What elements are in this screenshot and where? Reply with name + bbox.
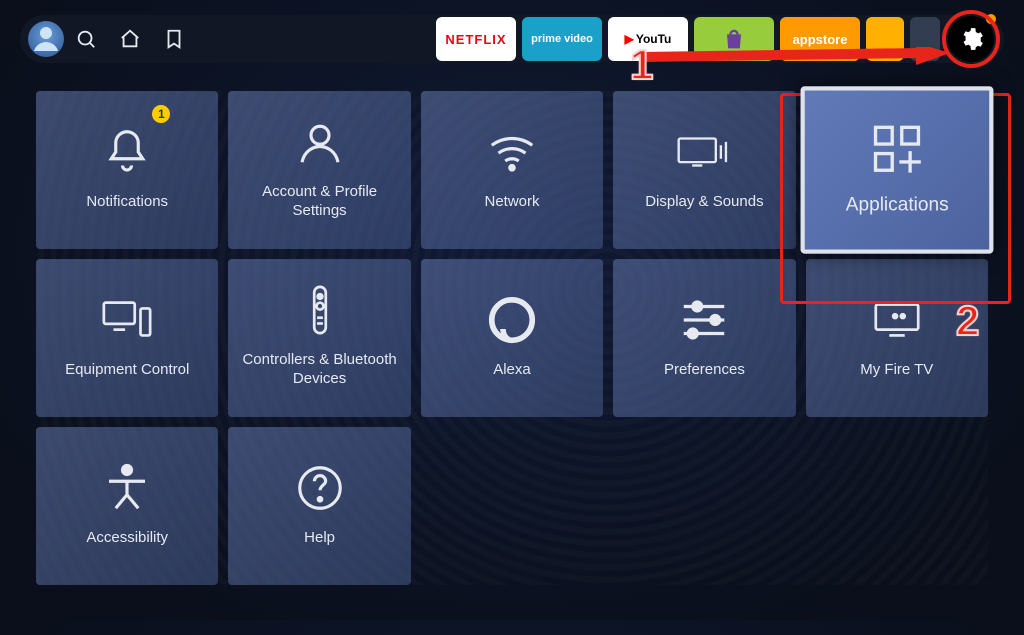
- app-prime-video[interactable]: prime video: [522, 17, 602, 61]
- top-navigation-bar: NETFLIX prime video ▶YouTu appstore: [20, 15, 1004, 63]
- tile-label: Notifications: [86, 193, 168, 212]
- app-label: NETFLIX: [445, 32, 506, 47]
- app-youtube[interactable]: ▶YouTu: [608, 17, 688, 61]
- app-extra-1[interactable]: [866, 17, 904, 61]
- tile-controllers-bluetooth[interactable]: Controllers & Bluetooth Devices: [228, 259, 410, 417]
- app-label: YouTu: [636, 32, 672, 46]
- tile-label: Account & Profile Settings: [240, 183, 400, 221]
- tile-label: Preferences: [664, 361, 745, 380]
- tile-label: Accessibility: [86, 529, 168, 548]
- tile-account-profile[interactable]: Account & Profile Settings: [228, 91, 410, 249]
- tile-label: Controllers & Bluetooth Devices: [240, 351, 400, 389]
- tile-applications[interactable]: Applications: [800, 86, 993, 253]
- user-icon: [28, 21, 64, 57]
- profile-avatar[interactable]: [28, 21, 64, 57]
- display-sound-icon: [677, 125, 731, 179]
- search-button[interactable]: [64, 17, 108, 61]
- firetv-icon: [870, 293, 924, 347]
- shop-icon: [720, 25, 748, 53]
- sliders-icon: [677, 293, 731, 347]
- wifi-icon: [485, 125, 539, 179]
- app-shortcuts-row: NETFLIX prime video ▶YouTu appstore: [436, 17, 940, 61]
- home-button[interactable]: [108, 17, 152, 61]
- tile-help[interactable]: Help: [228, 427, 410, 585]
- tile-my-fire-tv[interactable]: My Fire TV: [806, 259, 988, 417]
- gear-icon: [958, 26, 984, 52]
- user-icon: [293, 115, 347, 169]
- tile-label: Display & Sounds: [645, 193, 763, 212]
- youtube-icon: ▶: [625, 32, 634, 46]
- search-icon: [75, 28, 97, 50]
- app-appstore[interactable]: appstore: [780, 17, 860, 61]
- accessibility-icon: [100, 461, 154, 515]
- app-label: prime video: [531, 33, 593, 45]
- settings-notification-dot: [986, 14, 996, 24]
- tile-preferences[interactable]: Preferences: [613, 259, 795, 417]
- tile-equipment-control[interactable]: Equipment Control: [36, 259, 218, 417]
- tile-notifications[interactable]: 1 Notifications: [36, 91, 218, 249]
- tile-alexa[interactable]: Alexa: [421, 259, 603, 417]
- app-shop[interactable]: [694, 17, 774, 61]
- tile-label: Help: [304, 529, 335, 548]
- tile-label: Network: [484, 193, 539, 212]
- tile-label: Applications: [845, 192, 948, 216]
- tile-label: Equipment Control: [65, 361, 189, 380]
- help-icon: [293, 461, 347, 515]
- notifications-badge: 1: [152, 105, 170, 123]
- home-icon: [119, 28, 141, 50]
- equipment-icon: [100, 293, 154, 347]
- alexa-icon: [485, 293, 539, 347]
- tile-label: My Fire TV: [860, 361, 933, 380]
- bookmark-button[interactable]: [152, 17, 196, 61]
- apps-icon: [868, 120, 925, 177]
- settings-grid: 1 Notifications Account & Profile Settin…: [36, 91, 988, 585]
- app-extra-2[interactable]: [910, 17, 940, 61]
- remote-icon: [293, 283, 347, 337]
- tile-label: Alexa: [493, 361, 531, 380]
- tile-network[interactable]: Network: [421, 91, 603, 249]
- tile-accessibility[interactable]: Accessibility: [36, 427, 218, 585]
- tile-display-sounds[interactable]: Display & Sounds: [613, 91, 795, 249]
- app-netflix[interactable]: NETFLIX: [436, 17, 516, 61]
- app-label: appstore: [793, 32, 848, 47]
- bell-icon: [100, 125, 154, 179]
- bookmark-icon: [163, 28, 185, 50]
